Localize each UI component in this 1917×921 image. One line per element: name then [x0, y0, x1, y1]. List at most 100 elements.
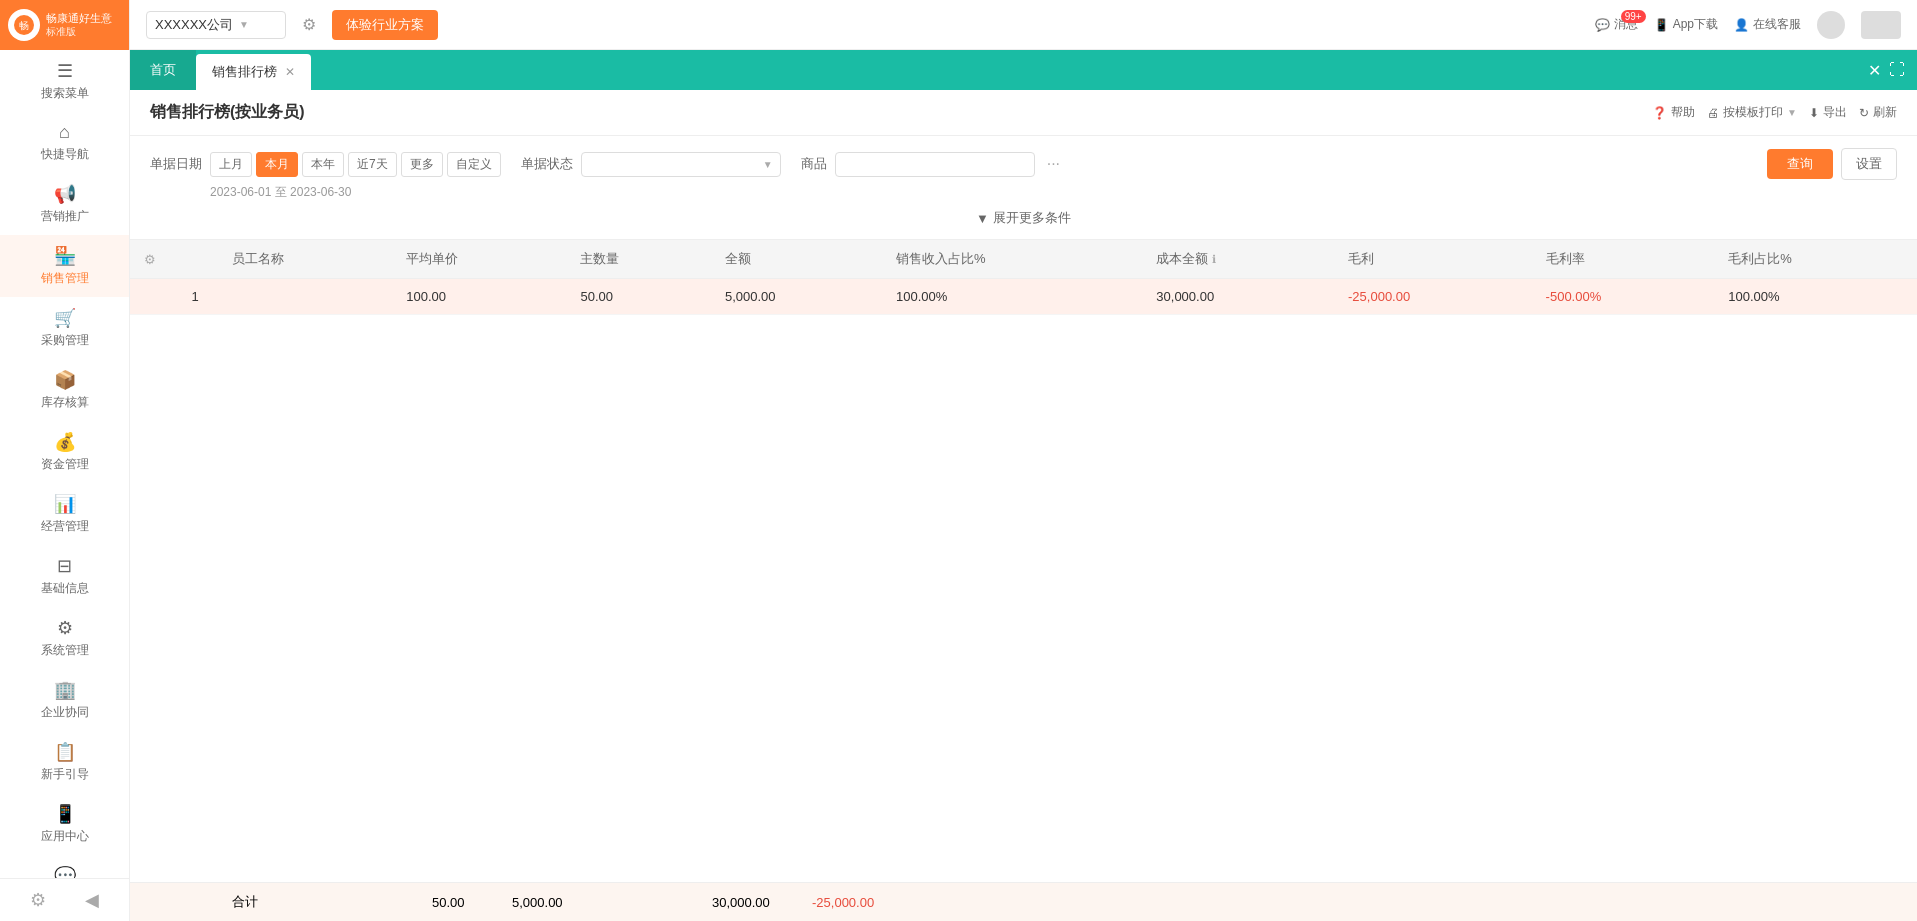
topbar-settings-icon[interactable]: ⚙ — [298, 11, 320, 38]
sidebar-item-system[interactable]: ⚙ 系统管理 — [0, 607, 129, 669]
tab-sales-ranking[interactable]: 销售排行榜 ✕ — [196, 54, 311, 90]
company-selector[interactable]: XXXXXX公司 ▼ — [146, 11, 286, 39]
home-icon: ⌂ — [59, 122, 70, 143]
col-settings[interactable]: ⚙ — [130, 240, 170, 279]
footer-quantity: 50.00 — [432, 895, 512, 910]
filter-area: 单据日期 上月 本月 本年 近7天 更多 自定义 单据状态 — [130, 136, 1917, 240]
goods-more-btn[interactable]: ··· — [1043, 155, 1064, 173]
date-btn-7days[interactable]: 近7天 — [348, 152, 397, 177]
filter-row-1: 单据日期 上月 本月 本年 近7天 更多 自定义 单据状态 — [150, 148, 1897, 180]
sidebar-item-label: 库存核算 — [41, 394, 89, 411]
collapse-icon[interactable]: ◀ — [85, 889, 99, 911]
print-label: 按模板打印 — [1723, 104, 1783, 121]
query-button[interactable]: 查询 — [1767, 149, 1833, 179]
sidebar-item-enterprise[interactable]: 🏢 企业协同 — [0, 669, 129, 731]
wechat-icon: 💬 — [54, 865, 76, 878]
row-rank: 1 — [170, 279, 220, 315]
sidebar-item-label: 销售管理 — [41, 270, 89, 287]
sidebar-item-inventory[interactable]: 📦 库存核算 — [0, 359, 129, 421]
sidebar-item-finance[interactable]: 💰 资金管理 — [0, 421, 129, 483]
goods-label: 商品 — [801, 155, 827, 173]
sidebar-item-label: 新手引导 — [41, 766, 89, 783]
status-select[interactable] — [581, 152, 781, 177]
tab-close-icon[interactable]: ✕ — [285, 65, 295, 79]
sidebar-item-label: 快捷导航 — [41, 146, 89, 163]
table-body: 1 100.00 50.00 5,000.00 100.00% 30,000.0… — [130, 279, 1917, 315]
sidebar-item-marketing[interactable]: 📢 营销推广 — [0, 173, 129, 235]
row-quantity: 50.00 — [568, 279, 712, 315]
search-menu-icon: ☰ — [57, 60, 73, 82]
print-dropdown-icon: ▼ — [1787, 107, 1797, 118]
service-button[interactable]: 👤 在线客服 — [1734, 16, 1801, 33]
sidebar-item-search[interactable]: ☰ 搜索菜单 — [0, 50, 129, 112]
expand-more-btn[interactable]: ▼ 展开更多条件 — [150, 209, 1897, 227]
help-button[interactable]: ❓ 帮助 — [1652, 104, 1695, 121]
page-actions: ❓ 帮助 🖨 按模板打印 ▼ ⬇ 导出 ↻ 刷新 — [1652, 104, 1897, 121]
fullscreen-icon[interactable]: ⛶ — [1889, 61, 1905, 79]
help-label: 帮助 — [1671, 104, 1695, 121]
col-avg-price: 平均单价 — [394, 240, 568, 279]
sidebar: 畅 畅康通好生意 标准版 ☰ 搜索菜单 ⌂ 快捷导航 📢 营销推广 🏪 销售管理… — [0, 0, 130, 921]
sidebar-item-basic[interactable]: ⊟ 基础信息 — [0, 545, 129, 607]
company-dropdown-arrow: ▼ — [239, 19, 249, 30]
row-name — [220, 279, 394, 315]
tabbar: 首页 销售排行榜 ✕ ✕ ⛶ — [130, 50, 1917, 90]
sidebar-bottom: ⚙ ◀ — [0, 878, 129, 921]
settings-bottom-icon[interactable]: ⚙ — [30, 889, 46, 911]
sidebar-item-guide[interactable]: 📋 新手引导 — [0, 731, 129, 793]
footer-gross: -25,000.00 — [812, 895, 912, 910]
sidebar-item-wechat[interactable]: 💬 企业微信 — [0, 855, 129, 878]
table-footer: 合计 50.00 5,000.00 30,000.00 -25,000.00 — [130, 882, 1917, 921]
sidebar-item-purchase[interactable]: 🛒 采购管理 — [0, 297, 129, 359]
purchase-icon: 🛒 — [54, 307, 76, 329]
close-window-icon[interactable]: ✕ — [1868, 61, 1881, 80]
tab-label: 销售排行榜 — [212, 63, 277, 81]
sidebar-item-operations[interactable]: 📊 经营管理 — [0, 483, 129, 545]
date-btn-last-month[interactable]: 上月 — [210, 152, 252, 177]
refresh-icon: ↻ — [1859, 106, 1869, 120]
cost-info-icon[interactable]: ℹ — [1212, 253, 1216, 265]
status-select-wrapper: ▼ — [581, 152, 781, 177]
sidebar-item-apps[interactable]: 📱 应用中心 — [0, 793, 129, 855]
tab-home-label: 首页 — [150, 61, 176, 79]
tab-actions: ✕ ⛶ — [1856, 50, 1917, 90]
system-icon: ⚙ — [57, 617, 73, 639]
date-btn-this-month[interactable]: 本月 — [256, 152, 298, 177]
logo-icon: 畅 — [8, 9, 40, 41]
refresh-button[interactable]: ↻ 刷新 — [1859, 104, 1897, 121]
date-btn-custom[interactable]: 自定义 — [447, 152, 501, 177]
message-button[interactable]: 💬 消息 99+ — [1595, 16, 1638, 33]
row-gross-rate: -500.00% — [1534, 279, 1717, 315]
row-gross-pct: 100.00% — [1716, 279, 1917, 315]
sidebar-item-label: 应用中心 — [41, 828, 89, 845]
trial-button[interactable]: 体验行业方案 — [332, 10, 438, 40]
export-icon: ⬇ — [1809, 106, 1819, 120]
tab-spacer — [311, 50, 1856, 90]
date-filter: 单据日期 上月 本月 本年 近7天 更多 自定义 — [150, 152, 501, 177]
logo-sub: 标准版 — [46, 25, 112, 39]
row-cost: 30,000.00 — [1144, 279, 1336, 315]
goods-input[interactable] — [835, 152, 1035, 177]
sidebar-item-label: 营销推广 — [41, 208, 89, 225]
date-range-display: 2023-06-01 至 2023-06-30 — [210, 184, 1897, 201]
app-download-button[interactable]: 📱 App下载 — [1654, 16, 1718, 33]
col-sales-pct: 销售收入占比% — [884, 240, 1144, 279]
operations-icon: 📊 — [54, 493, 76, 515]
tab-home[interactable]: 首页 — [130, 50, 196, 90]
enterprise-icon: 🏢 — [54, 679, 76, 701]
expand-icon: ▼ — [976, 211, 989, 226]
sidebar-item-label: 采购管理 — [41, 332, 89, 349]
company-name: XXXXXX公司 — [155, 16, 233, 34]
print-button[interactable]: 🖨 按模板打印 ▼ — [1707, 104, 1797, 121]
sidebar-item-sales[interactable]: 🏪 销售管理 — [0, 235, 129, 297]
user-avatar[interactable] — [1817, 11, 1845, 39]
sidebar-item-shortcut[interactable]: ⌂ 快捷导航 — [0, 112, 129, 173]
date-btn-this-year[interactable]: 本年 — [302, 152, 344, 177]
footer-cells: 合计 50.00 5,000.00 30,000.00 -25,000.00 — [142, 893, 1905, 911]
export-button[interactable]: ⬇ 导出 — [1809, 104, 1847, 121]
col-gross-rate: 毛利率 — [1534, 240, 1717, 279]
settings-button[interactable]: 设置 — [1841, 148, 1897, 180]
page-title: 销售排行榜(按业务员) — [150, 102, 305, 123]
date-btn-more[interactable]: 更多 — [401, 152, 443, 177]
page-header: 销售排行榜(按业务员) ❓ 帮助 🖨 按模板打印 ▼ ⬇ 导出 ↻ 刷新 — [130, 90, 1917, 136]
